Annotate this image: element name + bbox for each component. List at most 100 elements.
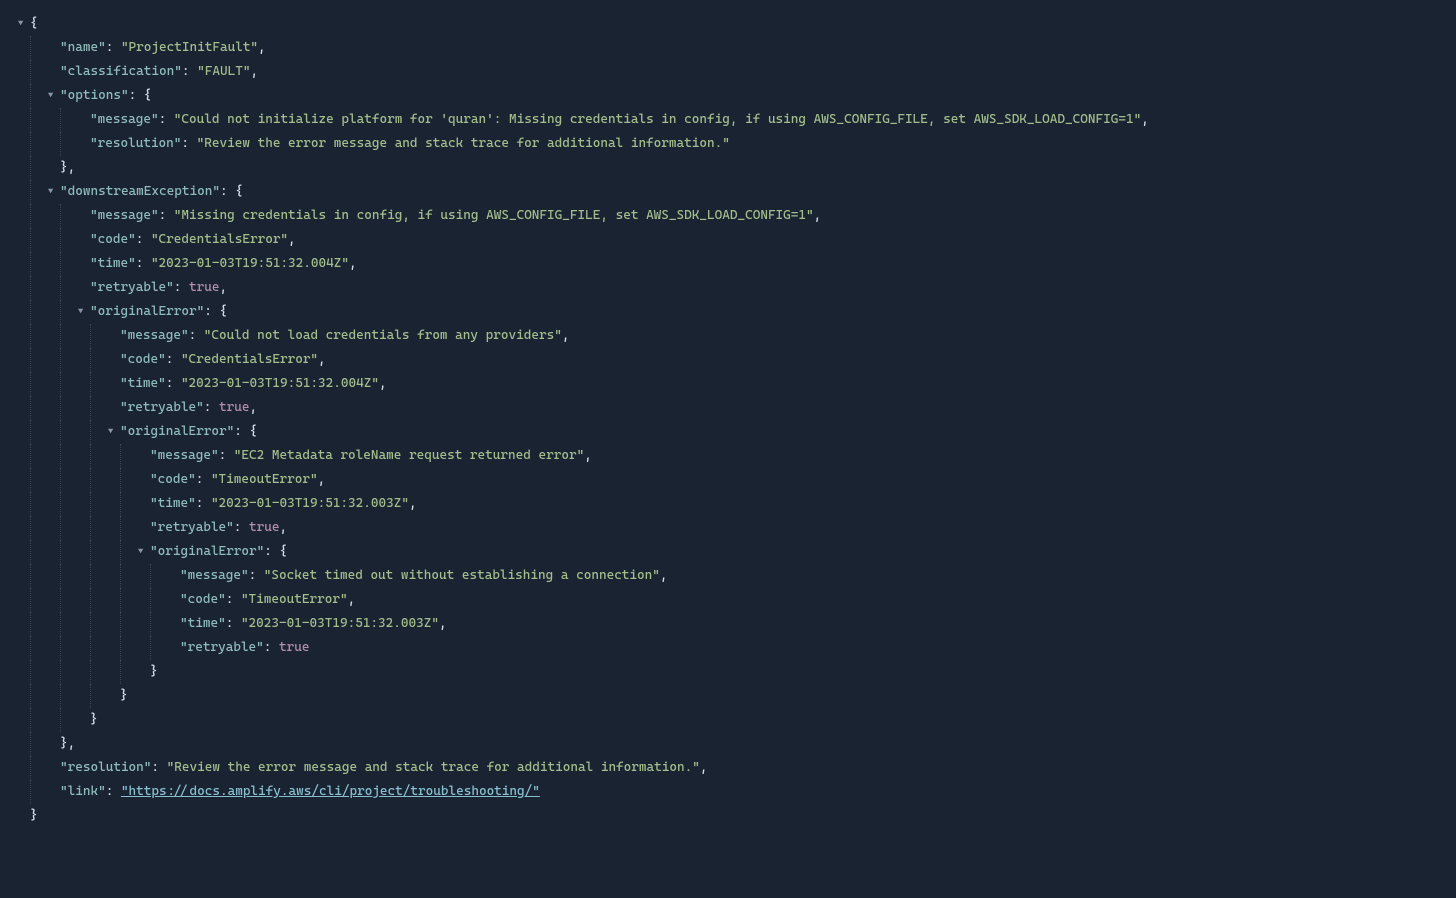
brace-close: } xyxy=(60,732,68,756)
json-line: "time": "2023-01-03T19:51:32.003Z", xyxy=(0,612,1456,636)
json-key: "classification" xyxy=(60,60,182,84)
json-line: "time": "2023-01-03T19:51:32.004Z", xyxy=(0,252,1456,276)
json-line: "name": "ProjectInitFault", xyxy=(0,36,1456,60)
json-line: "code": "CredentialsError", xyxy=(0,228,1456,252)
json-line: "time": "2023-01-03T19:51:32.003Z", xyxy=(0,492,1456,516)
json-key: "retryable" xyxy=(90,276,174,300)
json-string: "Missing credentials in config, if using… xyxy=(174,204,814,228)
json-line: "retryable": true, xyxy=(0,516,1456,540)
brace-open: { xyxy=(235,180,243,204)
json-key: "name" xyxy=(60,36,106,60)
brace-close: } xyxy=(30,804,38,828)
json-key: "options" xyxy=(60,84,129,108)
json-key: "message" xyxy=(90,108,159,132)
collapse-toggle-icon[interactable]: ▼ xyxy=(138,540,150,564)
json-line: }, xyxy=(0,732,1456,756)
json-string: "EC2 Metadata roleName request returned … xyxy=(234,444,584,468)
json-key: "code" xyxy=(90,228,136,252)
json-string: "2023-01-03T19:51:32.003Z" xyxy=(241,612,439,636)
json-line: "retryable": true xyxy=(0,636,1456,660)
json-key: "downstreamException" xyxy=(60,180,220,204)
json-key: "resolution" xyxy=(90,132,181,156)
json-string: "CredentialsError" xyxy=(181,348,318,372)
json-key: "retryable" xyxy=(150,516,234,540)
json-line: ▼"originalError": { xyxy=(0,420,1456,444)
json-key: "message" xyxy=(120,324,189,348)
json-line: } xyxy=(0,708,1456,732)
json-key: "message" xyxy=(90,204,159,228)
json-line: ▼"downstreamException": { xyxy=(0,180,1456,204)
json-line: "code": "TimeoutError", xyxy=(0,468,1456,492)
json-line: "resolution": "Review the error message … xyxy=(0,132,1456,156)
json-string: "2023-01-03T19:51:32.004Z" xyxy=(151,252,349,276)
json-key: "time" xyxy=(180,612,226,636)
json-line: }, xyxy=(0,156,1456,180)
json-line: ▼"options": { xyxy=(0,84,1456,108)
json-key: "message" xyxy=(150,444,219,468)
brace-open: { xyxy=(250,420,258,444)
json-string: "2023-01-03T19:51:32.003Z" xyxy=(211,492,409,516)
json-string: "CredentialsError" xyxy=(151,228,288,252)
json-line: "link": "https://docs.amplify.aws/cli/pr… xyxy=(0,780,1456,804)
json-string: "TimeoutError" xyxy=(211,468,318,492)
json-string: "Socket timed out without establishing a… xyxy=(264,564,660,588)
json-line: "message": "Could not load credentials f… xyxy=(0,324,1456,348)
brace-open: { xyxy=(220,300,228,324)
json-line: } xyxy=(0,660,1456,684)
brace-close: } xyxy=(120,684,128,708)
json-tree-viewer: ▼{ "name": "ProjectInitFault", "classifi… xyxy=(0,12,1456,828)
brace-close: } xyxy=(60,156,68,180)
json-line: } xyxy=(0,684,1456,708)
json-line: "message": "Could not initialize platfor… xyxy=(0,108,1456,132)
json-key: "code" xyxy=(120,348,166,372)
json-key: "originalError" xyxy=(150,540,264,564)
json-line: ▼{ xyxy=(0,12,1456,36)
collapse-toggle-icon[interactable]: ▼ xyxy=(78,300,90,324)
brace-open: { xyxy=(30,12,38,36)
brace-open: { xyxy=(144,84,152,108)
json-key: "time" xyxy=(120,372,166,396)
json-string: "ProjectInitFault" xyxy=(121,36,258,60)
json-line: "retryable": true, xyxy=(0,276,1456,300)
json-string: "2023-01-03T19:51:32.004Z" xyxy=(181,372,379,396)
json-line: } xyxy=(0,804,1456,828)
json-link[interactable]: "https://docs.amplify.aws/cli/project/tr… xyxy=(121,780,540,804)
json-boolean: true xyxy=(189,276,219,300)
json-string: "FAULT" xyxy=(197,60,250,84)
brace-close: } xyxy=(150,660,158,684)
json-string: "Review the error message and stack trac… xyxy=(197,132,730,156)
json-string: "Could not initialize platform for 'qura… xyxy=(174,108,1141,132)
json-key: "time" xyxy=(150,492,196,516)
collapse-toggle-icon[interactable]: ▼ xyxy=(108,420,120,444)
json-line: "classification": "FAULT", xyxy=(0,60,1456,84)
brace-close: } xyxy=(90,708,98,732)
json-line: "message": "Socket timed out without est… xyxy=(0,564,1456,588)
json-key: "time" xyxy=(90,252,136,276)
json-line: "resolution": "Review the error message … xyxy=(0,756,1456,780)
json-string: "Could not load credentials from any pro… xyxy=(204,324,562,348)
json-line: ▼"originalError": { xyxy=(0,540,1456,564)
collapse-toggle-icon[interactable]: ▼ xyxy=(48,84,60,108)
json-boolean: true xyxy=(219,396,249,420)
json-boolean: true xyxy=(249,516,279,540)
json-string: "Review the error message and stack trac… xyxy=(167,756,700,780)
json-key: "retryable" xyxy=(180,636,264,660)
json-line: "message": "Missing credentials in confi… xyxy=(0,204,1456,228)
json-string: "TimeoutError" xyxy=(241,588,348,612)
brace-open: { xyxy=(280,540,288,564)
json-line: "retryable": true, xyxy=(0,396,1456,420)
collapse-toggle-icon[interactable]: ▼ xyxy=(48,180,60,204)
json-key: "code" xyxy=(180,588,226,612)
json-line: "time": "2023-01-03T19:51:32.004Z", xyxy=(0,372,1456,396)
json-line: "code": "CredentialsError", xyxy=(0,348,1456,372)
json-key: "originalError" xyxy=(120,420,234,444)
json-key: "code" xyxy=(150,468,196,492)
json-key: "message" xyxy=(180,564,249,588)
json-key: "resolution" xyxy=(60,756,151,780)
json-boolean: true xyxy=(279,636,309,660)
json-line: ▼"originalError": { xyxy=(0,300,1456,324)
json-key: "link" xyxy=(60,780,106,804)
json-line: "message": "EC2 Metadata roleName reques… xyxy=(0,444,1456,468)
json-key: "originalError" xyxy=(90,300,204,324)
collapse-toggle-icon[interactable]: ▼ xyxy=(18,12,30,36)
